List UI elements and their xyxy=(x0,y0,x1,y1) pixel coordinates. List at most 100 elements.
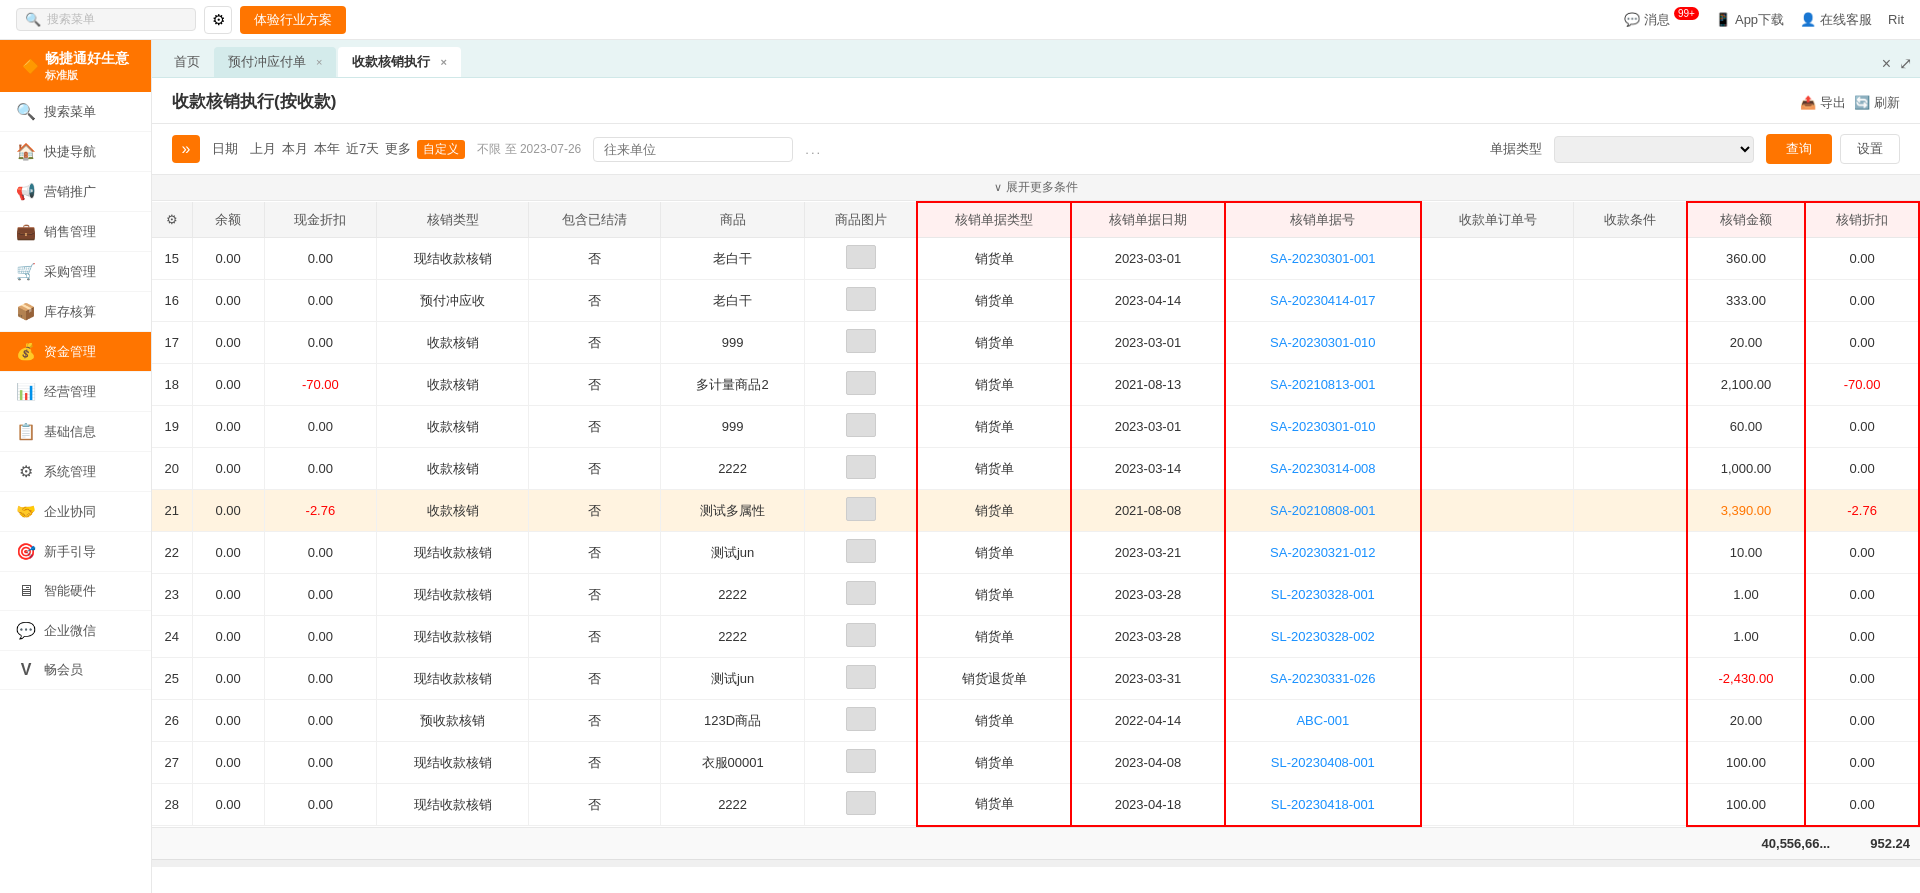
cell-verify-amount: 333.00 xyxy=(1687,280,1805,322)
cell-bill-no[interactable]: SA-20230314-008 xyxy=(1225,448,1421,490)
col-settings[interactable]: ⚙ xyxy=(152,202,192,238)
sidebar-item-collab[interactable]: 🤝 企业协同 xyxy=(0,492,151,532)
cell-cash-discount: 0.00 xyxy=(264,658,376,700)
cell-payment-condition xyxy=(1574,406,1687,448)
message-icon-area[interactable]: 💬 消息 99+ xyxy=(1624,11,1699,29)
sidebar-item-inventory-label: 库存核算 xyxy=(44,303,96,321)
online-service-area[interactable]: 👤 在线客服 xyxy=(1800,11,1872,29)
cell-bill-no[interactable]: SL-20230328-001 xyxy=(1225,574,1421,616)
sidebar-item-marketing-label: 营销推广 xyxy=(44,183,96,201)
sidebar-item-purchase[interactable]: 🛒 采购管理 xyxy=(0,252,151,292)
logo-sub: 标准版 xyxy=(45,68,129,83)
cell-product: 老白干 xyxy=(661,280,804,322)
cell-bill-type: 销货单 xyxy=(917,616,1071,658)
cell-verify-amount: 1,000.00 xyxy=(1687,448,1805,490)
settings-button[interactable]: 设置 xyxy=(1840,134,1900,164)
cell-bill-no[interactable]: SA-20230301-001 xyxy=(1225,238,1421,280)
this-month-link[interactable]: 本月 xyxy=(282,140,308,158)
sidebar-item-basic[interactable]: 📋 基础信息 xyxy=(0,412,151,452)
single-type-select[interactable] xyxy=(1554,136,1754,163)
refresh-button[interactable]: 🔄 刷新 xyxy=(1854,94,1900,112)
cell-bill-no[interactable]: SA-20230331-026 xyxy=(1225,658,1421,700)
cell-bill-no[interactable]: SA-20230301-010 xyxy=(1225,406,1421,448)
this-year-link[interactable]: 本年 xyxy=(314,140,340,158)
cell-bill-type: 销货单 xyxy=(917,280,1071,322)
cell-bill-no[interactable]: SL-20230418-001 xyxy=(1225,784,1421,826)
cell-verify-amount: -2,430.00 xyxy=(1687,658,1805,700)
cell-product: 999 xyxy=(661,406,804,448)
cell-bill-no[interactable]: SA-20230301-010 xyxy=(1225,322,1421,364)
tab-receive[interactable]: 收款核销执行 × xyxy=(338,47,460,77)
sidebar-item-inventory[interactable]: 📦 库存核算 xyxy=(0,292,151,332)
cell-id: 15 xyxy=(152,238,192,280)
message-icon: 💬 xyxy=(1624,12,1640,27)
app-download-area[interactable]: 📱 App下载 xyxy=(1715,11,1784,29)
cell-bill-no[interactable]: ABC-001 xyxy=(1225,700,1421,742)
page-title: 收款核销执行(按收款) xyxy=(172,90,336,113)
sidebar-item-hardware-label: 智能硬件 xyxy=(44,582,96,600)
sidebar-item-nav[interactable]: 🏠 快捷导航 xyxy=(0,132,151,172)
tab-expand-icon[interactable]: ⤢ xyxy=(1899,54,1912,73)
cell-product: 2222 xyxy=(661,448,804,490)
cell-verify-type: 收款核销 xyxy=(377,322,529,364)
horizontal-scrollbar[interactable] xyxy=(152,859,1920,867)
sidebar-item-operation[interactable]: 📊 经营管理 xyxy=(0,372,151,412)
online-service-label: 在线客服 xyxy=(1820,11,1872,29)
partner-input[interactable] xyxy=(593,137,793,162)
tab-close-icon[interactable]: × xyxy=(1882,55,1891,73)
sidebar-item-member[interactable]: V 畅会员 xyxy=(0,651,151,690)
top-search-box[interactable]: 🔍 搜索菜单 xyxy=(16,8,196,31)
cell-bill-no[interactable]: SA-20210808-001 xyxy=(1225,490,1421,532)
search-icon: 🔍 xyxy=(25,12,41,27)
industry-solution-button[interactable]: 体验行业方案 xyxy=(240,6,346,34)
sidebar-item-guide[interactable]: 🎯 新手引导 xyxy=(0,532,151,572)
cell-balance: 0.00 xyxy=(192,616,264,658)
cell-bill-no[interactable]: SL-20230328-002 xyxy=(1225,616,1421,658)
cell-bill-type: 销货单 xyxy=(917,448,1071,490)
gear-button[interactable]: ⚙ xyxy=(204,6,232,34)
table-container[interactable]: ⚙ 余额 现金折扣 核销类型 包含已结清 商品 商品图片 核销单据类型 核销单据… xyxy=(152,201,1920,893)
table-row: 28 0.00 0.00 现结收款核销 否 2222 销货单 2023-04-1… xyxy=(152,784,1919,826)
cell-payment-condition xyxy=(1574,616,1687,658)
last7-link[interactable]: 近7天 xyxy=(346,140,379,158)
sidebar-item-hardware[interactable]: 🖥 智能硬件 xyxy=(0,572,151,611)
member-icon: V xyxy=(16,661,36,679)
home-icon: 🏠 xyxy=(16,142,36,161)
cell-bill-no[interactable]: SL-20230408-001 xyxy=(1225,742,1421,784)
sidebar-item-marketing[interactable]: 📢 营销推广 xyxy=(0,172,151,212)
cell-bill-no[interactable]: SA-20210813-001 xyxy=(1225,364,1421,406)
sidebar-item-search[interactable]: 🔍 搜索菜单 xyxy=(0,92,151,132)
export-button[interactable]: 📤 导出 xyxy=(1800,94,1846,112)
cell-verify-type: 预付冲应收 xyxy=(377,280,529,322)
custom-date-button[interactable]: 自定义 xyxy=(417,140,465,159)
tab-prepay[interactable]: 预付冲应付单 × xyxy=(214,47,336,77)
sidebar-item-wechat[interactable]: 💬 企业微信 xyxy=(0,611,151,651)
sidebar-item-sales[interactable]: 💼 销售管理 xyxy=(0,212,151,252)
cell-product-img xyxy=(804,658,917,700)
cell-balance: 0.00 xyxy=(192,238,264,280)
cell-id: 25 xyxy=(152,658,192,700)
tab-receive-close[interactable]: × xyxy=(440,56,446,68)
expand-more-bar[interactable]: ∨ 展开更多条件 xyxy=(152,175,1920,201)
tab-prepay-close[interactable]: × xyxy=(316,56,322,68)
tab-home[interactable]: 首页 xyxy=(160,47,214,77)
refresh-label: 刷新 xyxy=(1874,94,1900,112)
table-row: 24 0.00 0.00 现结收款核销 否 2222 销货单 2023-03-2… xyxy=(152,616,1919,658)
cell-bill-type: 销货单 xyxy=(917,700,1071,742)
more-link[interactable]: 更多 xyxy=(385,140,411,158)
cell-order-no xyxy=(1421,616,1574,658)
query-button[interactable]: 查询 xyxy=(1766,134,1832,164)
cell-verify-amount: 10.00 xyxy=(1687,532,1805,574)
cell-balance: 0.00 xyxy=(192,658,264,700)
filter-arrow-button[interactable]: » xyxy=(172,135,200,163)
last-month-link[interactable]: 上月 xyxy=(250,140,276,158)
cell-bill-date: 2023-03-28 xyxy=(1071,574,1225,616)
cell-bill-no[interactable]: SA-20230321-012 xyxy=(1225,532,1421,574)
cell-bill-no[interactable]: SA-20230414-017 xyxy=(1225,280,1421,322)
user-area[interactable]: Rit xyxy=(1888,12,1904,27)
sidebar-item-finance[interactable]: 💰 资金管理 xyxy=(0,332,151,372)
table-row: 19 0.00 0.00 收款核销 否 999 销货单 2023-03-01 S… xyxy=(152,406,1919,448)
cell-product-img xyxy=(804,364,917,406)
export-icon: 📤 xyxy=(1800,95,1816,110)
sidebar-item-system[interactable]: ⚙ 系统管理 xyxy=(0,452,151,492)
